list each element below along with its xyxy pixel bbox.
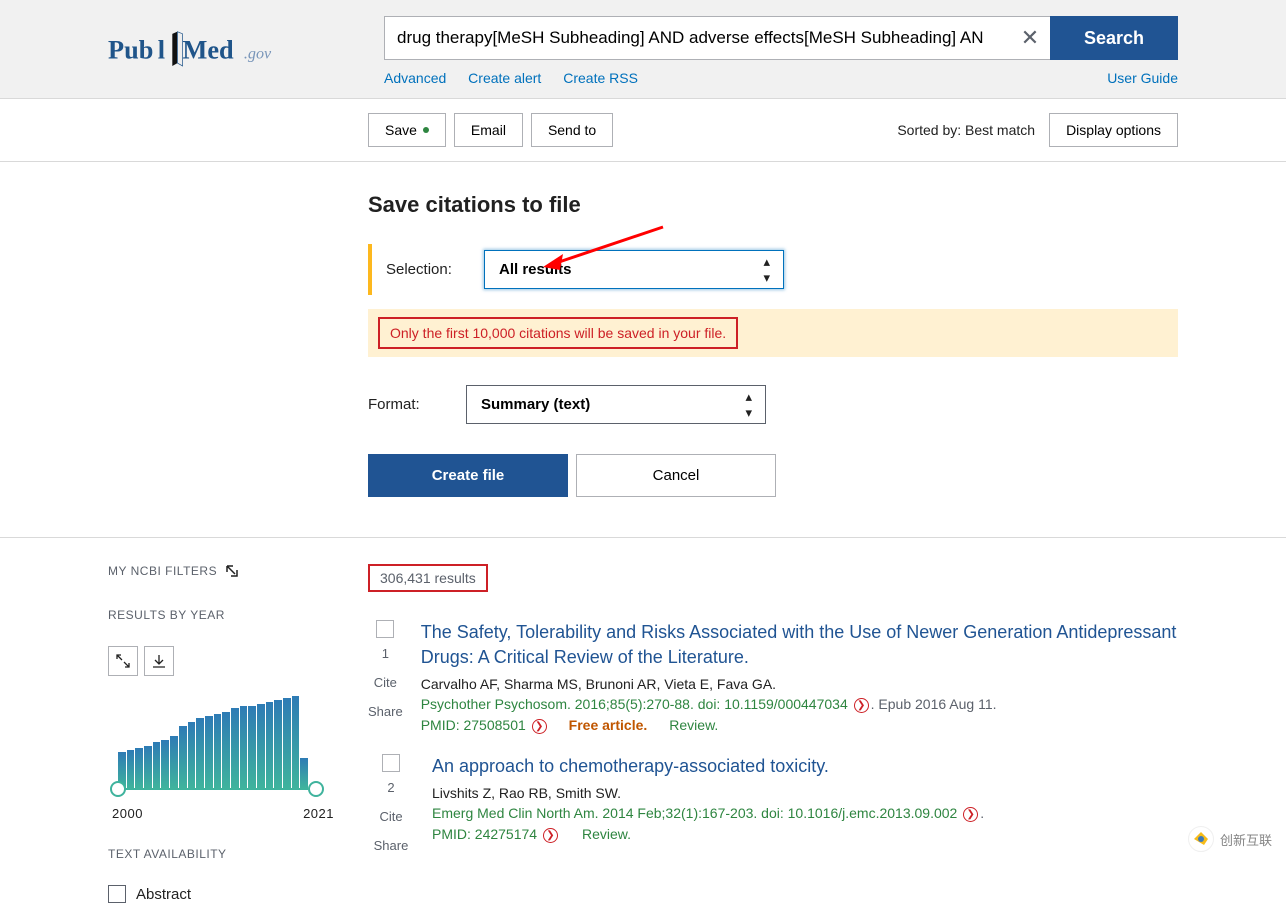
result-checkbox[interactable] (376, 620, 394, 638)
save-active-dot-icon (423, 127, 429, 133)
watermark-icon (1188, 826, 1214, 852)
year-bar[interactable] (257, 704, 265, 788)
article-authors: Carvalho AF, Sharma MS, Brunoni AR, Viet… (421, 676, 1178, 692)
year-bar[interactable] (266, 702, 274, 788)
checkbox-icon[interactable] (108, 885, 126, 903)
info-ring-icon[interactable]: ❯ (543, 828, 558, 843)
svg-text:.gov: .gov (244, 45, 272, 62)
result-number: 2 (387, 780, 394, 795)
my-ncbi-filters-link[interactable]: MY NCBI FILTERS (108, 564, 338, 578)
share-button[interactable]: Share (374, 838, 409, 853)
text-availability-label: TEXT AVAILABILITY (108, 847, 338, 861)
year-bar[interactable] (205, 716, 213, 788)
pubmed-logo-svg: Pub l Med .gov (108, 28, 298, 72)
create-file-button[interactable]: Create file (368, 454, 568, 497)
year-bar[interactable] (188, 722, 196, 788)
info-ring-icon[interactable]: ❯ (854, 698, 869, 713)
expand-icon (116, 654, 130, 668)
sorted-by-label: Sorted by: Best match (897, 122, 1035, 138)
svg-text:l: l (158, 35, 165, 64)
filter-abstract[interactable]: Abstract (108, 885, 338, 903)
article-pmid: PMID: 27508501 (421, 717, 526, 733)
display-options-button[interactable]: Display options (1049, 113, 1178, 147)
svg-text:Pub: Pub (108, 35, 153, 64)
save-button[interactable]: Save (368, 113, 446, 147)
year-histogram[interactable] (108, 682, 318, 802)
year-bar[interactable] (240, 706, 248, 788)
format-label: Format: (368, 396, 442, 413)
article-citation: Psychother Psychosom. 2016;85(5):270-88.… (421, 696, 1178, 713)
year-slider-end[interactable] (308, 781, 324, 797)
year-bar[interactable] (292, 696, 300, 788)
external-link-icon (225, 564, 239, 578)
year-bar[interactable] (214, 714, 222, 788)
year-bar[interactable] (127, 750, 135, 788)
free-article-label: Free article. (569, 717, 648, 733)
selection-label: Selection: (386, 261, 460, 278)
create-rss-link[interactable]: Create RSS (563, 70, 638, 86)
year-end-label: 2021 (303, 806, 334, 821)
result-number: 1 (382, 646, 389, 661)
results-count: 306,431 results (368, 564, 488, 592)
selection-select[interactable]: All results (484, 250, 784, 289)
info-ring-icon[interactable]: ❯ (532, 719, 547, 734)
result-checkbox[interactable] (382, 754, 400, 772)
year-bar[interactable] (153, 742, 161, 788)
pubmed-logo[interactable]: Pub l Med .gov (108, 28, 368, 75)
create-alert-link[interactable]: Create alert (468, 70, 541, 86)
year-bar[interactable] (161, 740, 169, 788)
email-button[interactable]: Email (454, 113, 523, 147)
share-button[interactable]: Share (368, 704, 403, 719)
download-chart-button[interactable] (144, 646, 174, 676)
year-bar[interactable] (144, 746, 152, 788)
review-label: Review. (669, 717, 718, 733)
year-bar[interactable] (248, 706, 256, 788)
year-slider-start[interactable] (110, 781, 126, 797)
save-panel-title: Save citations to file (368, 192, 1178, 218)
year-bar[interactable] (300, 758, 308, 788)
cite-button[interactable]: Cite (374, 675, 397, 690)
watermark: 创新互联 (1188, 826, 1272, 852)
result-item: 2 Cite Share An approach to chemotherapy… (368, 754, 1178, 867)
year-bar[interactable] (231, 708, 239, 788)
year-start-label: 2000 (112, 806, 143, 821)
clear-search-icon[interactable]: ✕ (1010, 16, 1050, 60)
svg-text:Med: Med (183, 35, 234, 64)
send-to-button[interactable]: Send to (531, 113, 613, 147)
year-bar[interactable] (222, 712, 230, 788)
info-ring-icon[interactable]: ❯ (963, 807, 978, 822)
results-by-year-label: RESULTS BY YEAR (108, 608, 338, 622)
result-item: 1 Cite Share The Safety, Tolerability an… (368, 620, 1178, 734)
expand-chart-button[interactable] (108, 646, 138, 676)
article-pmid: PMID: 24275174 (432, 826, 537, 842)
download-icon (152, 654, 166, 668)
year-bar[interactable] (274, 700, 282, 788)
article-title-link[interactable]: The Safety, Tolerability and Risks Assoc… (421, 620, 1178, 670)
advanced-link[interactable]: Advanced (384, 70, 446, 86)
article-title-link[interactable]: An approach to chemotherapy-associated t… (432, 754, 984, 779)
save-limit-warning: Only the first 10,000 citations will be … (378, 317, 738, 349)
year-bar[interactable] (170, 736, 178, 788)
year-bar[interactable] (179, 726, 187, 788)
year-bar[interactable] (283, 698, 291, 788)
user-guide-link[interactable]: User Guide (1107, 70, 1178, 86)
cite-button[interactable]: Cite (379, 809, 402, 824)
cancel-button[interactable]: Cancel (576, 454, 776, 497)
article-authors: Livshits Z, Rao RB, Smith SW. (432, 785, 984, 801)
search-button[interactable]: Search (1050, 16, 1178, 60)
format-select[interactable]: Summary (text) (466, 385, 766, 424)
year-bar[interactable] (196, 718, 204, 788)
article-citation: Emerg Med Clin North Am. 2014 Feb;32(1):… (432, 805, 984, 822)
year-bar[interactable] (135, 748, 143, 788)
review-label: Review. (582, 826, 631, 842)
search-input[interactable] (384, 16, 1050, 60)
